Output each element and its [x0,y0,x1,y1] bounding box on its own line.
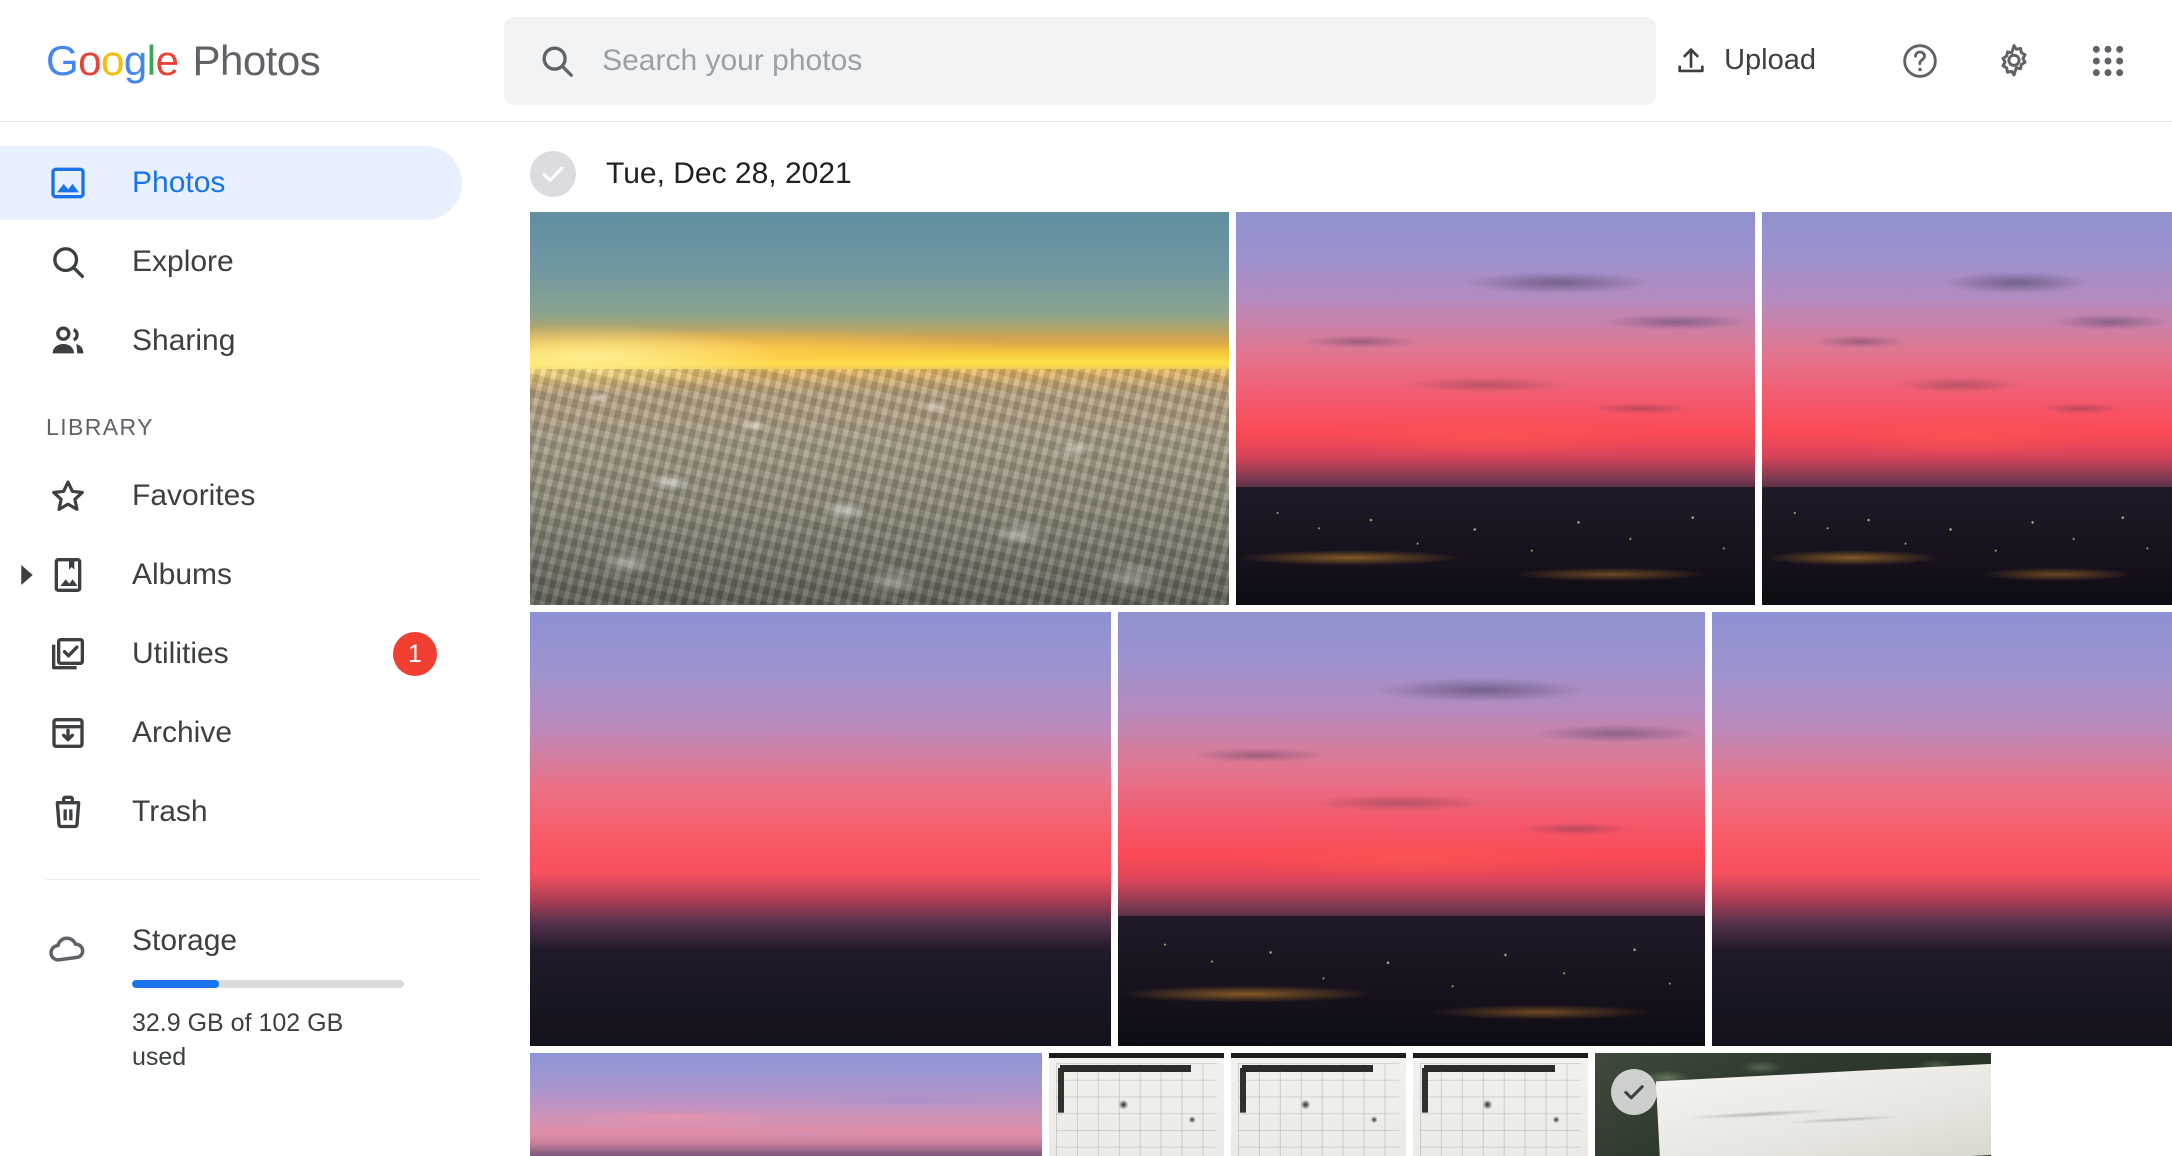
photo-thumbnail [1595,1053,1991,1156]
date-group-label: Tue, Dec 28, 2021 [606,157,852,190]
sidebar-item-utilities[interactable]: Utilities 1 [0,617,527,691]
upload-icon [1674,44,1708,78]
sidebar-item-label: Albums [132,558,233,591]
sidebar-item-explore[interactable]: Explore [0,225,527,299]
photo-grid-row [530,212,2172,605]
photo-thumbnail [1761,212,2172,605]
photo-scan-3[interactable] [1413,1053,1588,1156]
utilities-icon [46,632,90,676]
sidebar-item-label: Favorites [132,479,256,512]
photo-sunset-town-5[interactable] [1711,612,2172,1046]
photo-icon [46,161,90,205]
storage-progress-bar [132,980,404,988]
top-actions: Upload [1656,0,2172,122]
help-button[interactable] [1882,23,1958,99]
top-app-bar: Google Photos Upload [0,0,2172,122]
tree-shape [1381,487,1470,605]
search-area [504,16,1657,105]
sidebar-item-label: Photos [132,166,226,199]
brand-logo[interactable]: Google Photos [0,0,504,122]
chevron-right-icon[interactable] [16,564,38,586]
search-input[interactable] [602,30,1657,91]
google-photos-app: Google Photos Upload [0,0,2172,1156]
gear-icon [1993,40,2035,82]
upload-button[interactable]: Upload [1656,30,1834,92]
star-icon [46,474,90,518]
people-icon [46,319,90,363]
sidebar-nav: Photos Explore Sharing LIBRARY Favorites… [0,122,527,1156]
photo-scan-1[interactable] [1049,1053,1224,1156]
sidebar-item-label: Explore [132,245,234,278]
apps-grid-button[interactable] [2070,23,2146,99]
paper-shape [1656,1062,1991,1156]
photo-thumbnail [1117,612,1705,1046]
search-box[interactable] [504,16,1657,105]
search-icon [538,42,576,80]
sidebar-item-label: Archive [132,716,233,749]
photo-thumbnail [1236,212,1755,605]
storage-title: Storage [132,924,238,957]
photo-wall-foliage[interactable] [1595,1053,1991,1156]
sidebar-item-label: Utilities [132,637,229,670]
photo-pink-sky[interactable] [530,1053,1042,1156]
photo-thumbnail [530,1053,1042,1156]
settings-button[interactable] [1976,23,2052,99]
photo-thumbnail [1231,1053,1406,1156]
status-badge: 1 [393,632,437,676]
search-icon [46,240,90,284]
sidebar-item-label: Trash [132,795,208,828]
logo-google: Google [46,36,179,84]
photo-sunset-town-3[interactable] [530,612,1111,1046]
photo-thumbnail [1049,1053,1224,1156]
logo-text: Google Photos [46,36,321,85]
check-circle-icon[interactable] [1611,1069,1657,1115]
sidebar-item-label: Sharing [132,324,236,357]
logo-photos: Photos [192,36,321,84]
storage-section[interactable]: Storage 32.9 GB of 102 GB used [0,924,527,1074]
library-section-label: LIBRARY [46,414,154,440]
apps-grid-icon [2088,41,2128,81]
cloud-icon [46,928,90,972]
photo-scan-2[interactable] [1231,1053,1406,1156]
sidebar-item-sharing[interactable]: Sharing [0,304,527,378]
archive-icon [46,711,90,755]
album-icon [46,553,90,597]
photo-grid-area: Tue, Dec 28, 2021 [527,122,2172,1156]
tree-shape [1282,915,1382,1046]
trash-icon [46,790,90,834]
sidebar-item-trash[interactable]: Trash [0,775,527,849]
photo-sunset-town-1[interactable] [1236,212,1755,605]
storage-usage-text: 32.9 GB of 102 GB used [132,1009,344,1071]
date-group-header: Tue, Dec 28, 2021 [530,136,2172,212]
sidebar-item-archive[interactable]: Archive [0,696,527,770]
photo-thumbnail [1413,1053,1588,1156]
photo-thumbnail [530,212,1230,605]
upload-label: Upload [1724,44,1816,76]
sidebar-item-photos[interactable]: Photos [0,146,462,220]
photo-grid-row [530,612,2172,1046]
building-shape [1546,928,1705,1046]
check-circle-icon[interactable] [530,151,576,197]
building-shape [1614,498,1755,605]
sidebar-item-albums[interactable]: Albums [0,538,527,612]
photo-grid [527,212,2172,1156]
storage-progress-fill [132,980,220,988]
photo-thumbnail [530,612,1111,1046]
photo-sunset-town-4[interactable] [1117,612,1705,1046]
photo-aerial-clouds-sunset[interactable] [530,212,1230,605]
sidebar-divider [46,879,481,880]
storage-body: Storage 32.9 GB of 102 GB used [132,924,452,1074]
photo-sunset-town-2[interactable] [1761,212,2172,605]
photo-thumbnail [1711,612,2172,1046]
help-icon [1900,41,1940,81]
building-shape [2061,498,2172,605]
photo-grid-row [530,1053,2172,1156]
tree-shape [1876,487,1947,605]
sidebar-item-favorites[interactable]: Favorites [0,459,527,533]
